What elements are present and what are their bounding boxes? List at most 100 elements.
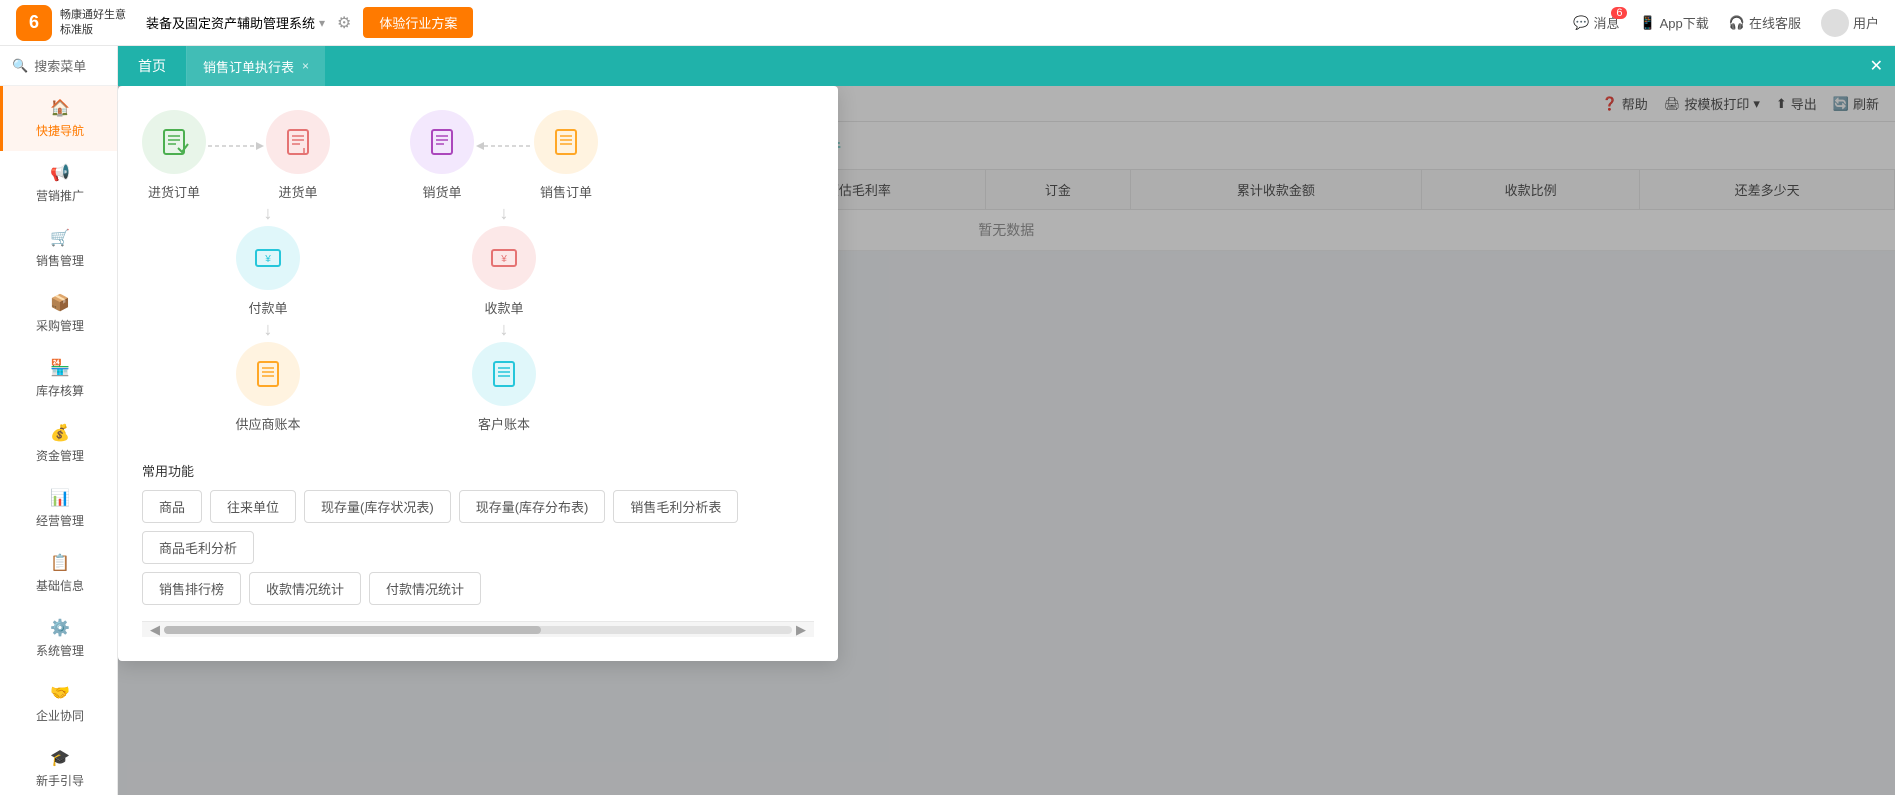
experience-btn[interactable]: 体验行业方案	[363, 7, 473, 38]
purchase-icon: 📦	[50, 293, 70, 313]
sidebar-item-enterprise[interactable]: 🤝 企业协同	[0, 671, 117, 736]
message-icon: 💬	[1573, 15, 1589, 31]
avatar	[1821, 9, 1849, 37]
search-icon: 🔍	[12, 58, 28, 74]
close-all-tabs-btn[interactable]: ✕	[1858, 56, 1895, 76]
search-menu-btn[interactable]: 🔍 搜索菜单	[0, 46, 117, 86]
content-area: 首页 销售订单执行表 × ✕ ❓ 帮助 🖨	[118, 46, 1895, 795]
flow-node-sales-goods[interactable]: 销货单	[410, 110, 474, 201]
tab-home[interactable]: 首页	[118, 46, 187, 86]
scroll-thumb	[164, 626, 541, 634]
common-btn-sales-gross[interactable]: 销售毛利分析表	[613, 490, 738, 523]
main-body: 🔍 搜索菜单 🏠 快捷导航 📢 营销推广 🛒 销售管理 📦 采购管理 🏪	[0, 46, 1895, 795]
tab-sales-order-execution[interactable]: 销售订单执行表 ×	[187, 46, 325, 86]
flow-node-purchase-order[interactable]: 进货订单	[142, 110, 206, 201]
logo-text: 畅康通好生意 标准版	[60, 8, 126, 37]
operations-icon: 📊	[50, 488, 70, 508]
flow-arrow-down-2: ↓	[264, 319, 273, 340]
common-btn-payment-stats[interactable]: 付款情况统计	[369, 572, 481, 605]
customer-account-icon	[472, 342, 536, 406]
inventory-icon: 🏪	[50, 358, 70, 378]
marketing-icon: 📢	[50, 163, 70, 183]
sales-goods-icon	[410, 110, 474, 174]
common-btn-partners[interactable]: 往来单位	[210, 490, 296, 523]
sales-order-icon	[534, 110, 598, 174]
flow-arrow-down-1: ↓	[264, 203, 273, 224]
flow-node-receipt[interactable]: ¥ 收款单	[472, 226, 536, 317]
common-btn-goods[interactable]: 商品	[142, 490, 202, 523]
sidebar-item-finance[interactable]: 💰 资金管理	[0, 411, 117, 476]
system-icon: ⚙️	[50, 618, 70, 638]
top-bar-left: 6 畅康通好生意 标准版 装备及固定资产辅助管理系统 ▾ ⚙ 体验行业方案	[16, 5, 473, 41]
flow-row-customer: 客户账本	[472, 342, 536, 433]
logo-area: 6 畅康通好生意 标准版	[16, 5, 134, 41]
scroll-track	[164, 626, 792, 634]
tab-close-icon[interactable]: ×	[302, 59, 309, 73]
tab-bar: 首页 销售订单执行表 × ✕	[118, 46, 1895, 86]
settings-icon[interactable]: ⚙	[337, 13, 351, 33]
flow-arrow-down-4: ↓	[500, 319, 509, 340]
flow-row-1: 进货订单	[142, 110, 330, 201]
flow-row-supplier: 供应商账本	[235, 342, 300, 433]
home-icon: 🏠	[50, 98, 70, 118]
logo-icon: 6	[16, 5, 52, 41]
flow-arrow-down-3: ↓	[500, 203, 509, 224]
sales-icon: 🛒	[50, 228, 70, 248]
phone-icon: 📱	[1639, 15, 1655, 31]
sidebar-item-marketing[interactable]: 📢 营销推广	[0, 151, 117, 216]
flow-node-sales-order[interactable]: 销售订单	[534, 110, 598, 201]
scroll-right-arrow[interactable]: ▶	[796, 622, 806, 638]
flow-row-receipt: ¥ 收款单	[472, 226, 536, 317]
sidebar-item-purchase[interactable]: 📦 采购管理	[0, 281, 117, 346]
flow-right-col: 销货单	[410, 110, 598, 433]
common-btn-stock-status[interactable]: 现存量(库存状况表)	[304, 490, 451, 523]
flow-row-sales: 销货单	[410, 110, 598, 201]
common-buttons-row: 商品 往来单位 现存量(库存状况表) 现存量(库存分布表) 销售毛利分析表 商品…	[142, 490, 814, 564]
enterprise-icon: 🤝	[50, 683, 70, 703]
sidebar-item-operations[interactable]: 📊 经营管理	[0, 476, 117, 541]
user-menu[interactable]: 用户	[1821, 9, 1879, 37]
payment-icon: ¥	[236, 226, 300, 290]
sidebar-item-sales[interactable]: 🛒 销售管理	[0, 216, 117, 281]
quick-nav-popup: 进货订单	[118, 86, 838, 661]
common-btn-sales-rank[interactable]: 销售排行榜	[142, 572, 241, 605]
common-btn-receipt-stats[interactable]: 收款情况统计	[249, 572, 361, 605]
common-functions-section: 常用功能 商品 往来单位 现存量(库存状况表) 现存量(库存分布表) 销售毛利分…	[142, 461, 814, 605]
purchase-receipt-icon	[266, 110, 330, 174]
flow-diagram: 进货订单	[142, 110, 814, 433]
flow-row-payment: ¥ 付款单	[236, 226, 300, 317]
overlay[interactable]: 进货订单	[118, 86, 1895, 795]
flow-node-purchase-receipt[interactable]: 进货单	[266, 110, 330, 201]
common-functions-title: 常用功能	[142, 461, 814, 480]
headset-icon: 🎧	[1729, 15, 1745, 31]
svg-text:¥: ¥	[264, 254, 271, 265]
online-service-btn[interactable]: 🎧 在线客服	[1729, 13, 1801, 32]
sidebar-item-inventory[interactable]: 🏪 库存核算	[0, 346, 117, 411]
page-content: ❓ 帮助 🖨 按模板打印 ▾ ⬆ 导出 🔄 刷新	[118, 86, 1895, 795]
sidebar-item-quick-nav[interactable]: 🏠 快捷导航	[0, 86, 117, 151]
receipt-icon: ¥	[472, 226, 536, 290]
finance-icon: 💰	[50, 423, 70, 443]
message-btn[interactable]: 💬 消息 6	[1573, 13, 1619, 32]
common-btn-stock-dist[interactable]: 现存量(库存分布表)	[459, 490, 606, 523]
flow-node-supplier-account[interactable]: 供应商账本	[235, 342, 300, 433]
basic-info-icon: 📋	[50, 553, 70, 573]
flow-node-payment[interactable]: ¥ 付款单	[236, 226, 300, 317]
sidebar: 🔍 搜索菜单 🏠 快捷导航 📢 营销推广 🛒 销售管理 📦 采购管理 🏪	[0, 46, 118, 795]
app-download-btn[interactable]: 📱 App下载	[1639, 13, 1708, 32]
newbie-icon: 🎓	[50, 748, 70, 768]
flow-arrow-1	[206, 138, 266, 154]
system-selector[interactable]: 装备及固定资产辅助管理系统 ▾	[146, 13, 325, 32]
message-badge: 6	[1611, 7, 1627, 19]
sidebar-item-system[interactable]: ⚙️ 系统管理	[0, 606, 117, 671]
sidebar-item-basic-info[interactable]: 📋 基础信息	[0, 541, 117, 606]
common-btn-goods-gross[interactable]: 商品毛利分析	[142, 531, 254, 564]
system-title: 装备及固定资产辅助管理系统	[146, 13, 315, 32]
svg-text:¥: ¥	[500, 254, 507, 265]
flow-left-col: 进货订单	[142, 110, 330, 433]
scroll-bar[interactable]: ◀ ▶	[142, 621, 814, 637]
scroll-left-arrow[interactable]: ◀	[150, 622, 160, 638]
sidebar-item-newbie[interactable]: 🎓 新手引导	[0, 736, 117, 795]
top-bar-right: 💬 消息 6 📱 App下载 🎧 在线客服 用户	[1573, 9, 1879, 37]
flow-node-customer-account[interactable]: 客户账本	[472, 342, 536, 433]
